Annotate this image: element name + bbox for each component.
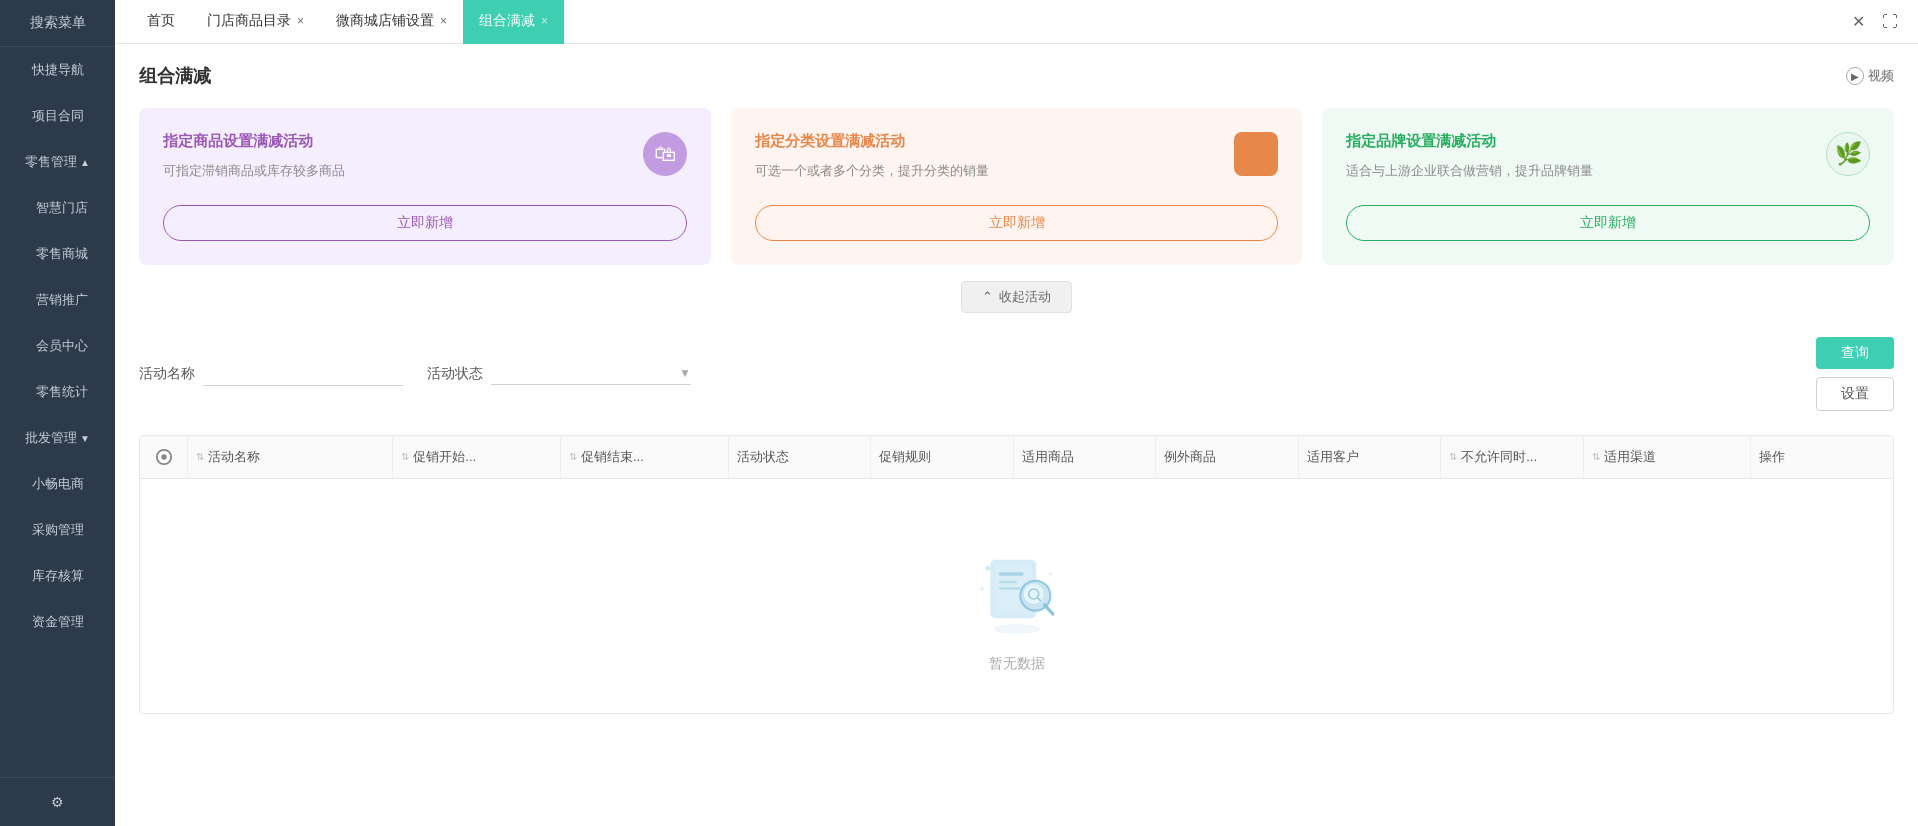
product-promotion-card: 🛍 指定商品设置满减活动 可指定滞销商品或库存较多商品 立即新增 (139, 108, 711, 265)
sort-icon[interactable]: ⇅ (1592, 451, 1600, 462)
tab-bar-controls: ✕ ⛶ (1846, 10, 1902, 34)
sidebar-search[interactable]: 搜索菜单 (0, 0, 115, 47)
filter-status-select[interactable]: ▼ (491, 362, 691, 385)
category-card-title: 指定分类设置满减活动 (755, 132, 1279, 151)
promotion-cards: 🛍 指定商品设置满减活动 可指定滞销商品或库存较多商品 立即新增 指定分类设置满… (139, 108, 1894, 265)
brand-card-desc: 适合与上游企业联合做营销，提升品牌销量 (1346, 161, 1870, 181)
tab-wechat-store-settings-close[interactable]: × (440, 14, 447, 28)
data-table: ⇅ 活动名称 ⇅ 促销开始... ⇅ 促销结束... 活动状态 促销规则 (139, 435, 1894, 714)
category-card-add-button[interactable]: 立即新增 (755, 205, 1279, 241)
close-window-button[interactable]: ✕ (1846, 10, 1870, 34)
product-card-icon: 🛍 (643, 132, 687, 176)
collapse-activities-button[interactable]: ⌃ 收起活动 (961, 281, 1072, 313)
main-content: 首页 门店商品目录 × 微商城店铺设置 × 组合满减 × ✕ ⛶ 组合满减 (115, 0, 1918, 826)
sidebar-settings-button[interactable]: ⚙ (0, 777, 115, 826)
svg-point-4 (993, 624, 1040, 634)
category-card-icon (1234, 132, 1278, 176)
svg-line-12 (1044, 604, 1052, 613)
product-card-add-button[interactable]: 立即新增 (163, 205, 687, 241)
chevron-up-icon: ⌃ (982, 289, 993, 304)
play-circle-icon: ▶ (1846, 67, 1864, 85)
category-card-desc: 可选一个或者多个分类，提升分类的销量 (755, 161, 1279, 181)
th-ops: 操作 (1751, 436, 1893, 478)
video-link[interactable]: ▶ 视频 (1846, 67, 1894, 85)
settings-button[interactable]: 设置 (1816, 377, 1894, 411)
sidebar-item-marketing[interactable]: 营销推广 (0, 277, 115, 323)
th-settings[interactable] (140, 436, 188, 478)
sort-icon[interactable]: ⇅ (569, 451, 577, 462)
svg-rect-0 (1244, 142, 1254, 152)
tab-combo-discount-close[interactable]: × (541, 14, 548, 28)
brand-promotion-card: 🌿 指定品牌设置满减活动 适合与上游企业联合做营销，提升品牌销量 立即新增 (1322, 108, 1894, 265)
svg-rect-7 (998, 572, 1023, 575)
svg-rect-3 (1258, 156, 1268, 166)
filter-name-input[interactable] (203, 361, 403, 386)
sidebar-item-wholesale-management[interactable]: 批发管理 ▼ (0, 415, 115, 461)
chevron-down-icon: ▼ (80, 433, 90, 444)
filter-actions: 查询 设置 (1816, 337, 1894, 411)
page-content: 组合满减 ▶ 视频 🛍 指定商品设置满减活动 可指定滞销商品或库存较多商品 立即… (115, 44, 1918, 826)
sidebar-item-procurement[interactable]: 采购管理 (0, 507, 115, 553)
svg-rect-1 (1258, 142, 1268, 152)
svg-rect-8 (998, 580, 1016, 583)
product-card-title: 指定商品设置满减活动 (163, 132, 687, 151)
page-header: 组合满减 ▶ 视频 (139, 64, 1894, 88)
sidebar-item-retail-management[interactable]: 零售管理 ▲ (0, 139, 115, 185)
filter-name-label: 活动名称 (139, 365, 195, 383)
filter-row: 活动名称 活动状态 ▼ 查询 设置 (139, 329, 1894, 419)
brand-card-title: 指定品牌设置满减活动 (1346, 132, 1870, 151)
svg-point-15 (985, 565, 990, 570)
gear-icon: ⚙ (51, 794, 64, 810)
sidebar: 搜索菜单 快捷导航 项目合同 零售管理 ▲ 智慧门店 零售商城 营销推广 会员中… (0, 0, 115, 826)
sidebar-item-project-contract[interactable]: 项目合同 (0, 93, 115, 139)
product-card-desc: 可指定滞销商品或库存较多商品 (163, 161, 687, 181)
svg-rect-9 (998, 587, 1020, 590)
th-channel: ⇅ 适用渠道 (1584, 436, 1752, 478)
th-except: 例外商品 (1156, 436, 1299, 478)
tab-combo-discount[interactable]: 组合满减 × (463, 0, 564, 44)
maximize-window-button[interactable]: ⛶ (1878, 10, 1902, 34)
th-end: ⇅ 促销结束... (561, 436, 729, 478)
th-status: 活动状态 (729, 436, 872, 478)
filter-status-label: 活动状态 (427, 365, 483, 383)
svg-rect-2 (1244, 156, 1254, 166)
empty-state: 暂无数据 (140, 479, 1893, 713)
th-start: ⇅ 促销开始... (393, 436, 561, 478)
sidebar-item-smart-store[interactable]: 智慧门店 (0, 185, 115, 231)
th-rule: 促销规则 (871, 436, 1014, 478)
tab-home[interactable]: 首页 (131, 0, 191, 44)
th-nosame: ⇅ 不允许同时... (1441, 436, 1584, 478)
sidebar-item-quick-nav[interactable]: 快捷导航 (0, 47, 115, 93)
chevron-down-icon: ▼ (679, 366, 691, 380)
sort-icon[interactable]: ⇅ (1449, 451, 1457, 462)
collapse-bar: ⌃ 收起活动 (139, 281, 1894, 313)
tab-wechat-store-settings[interactable]: 微商城店铺设置 × (320, 0, 463, 44)
empty-state-text: 暂无数据 (989, 655, 1045, 673)
filter-status-item: 活动状态 ▼ (427, 362, 691, 385)
sidebar-item-finance[interactable]: 资金管理 (0, 599, 115, 645)
query-button[interactable]: 查询 (1816, 337, 1894, 369)
th-goods: 适用商品 (1014, 436, 1157, 478)
page-title: 组合满减 (139, 64, 211, 88)
category-promotion-card: 指定分类设置满减活动 可选一个或者多个分类，提升分类的销量 立即新增 (731, 108, 1303, 265)
sidebar-item-retail-mall[interactable]: 零售商城 (0, 231, 115, 277)
svg-point-17 (980, 587, 983, 590)
th-name: ⇅ 活动名称 (188, 436, 393, 478)
tab-bar: 首页 门店商品目录 × 微商城店铺设置 × 组合满减 × ✕ ⛶ (115, 0, 1918, 44)
sidebar-item-member-center[interactable]: 会员中心 (0, 323, 115, 369)
sidebar-item-retail-stats[interactable]: 零售统计 (0, 369, 115, 415)
chevron-up-icon: ▲ (80, 157, 90, 168)
tab-store-catalog-close[interactable]: × (297, 14, 304, 28)
filter-name-item: 活动名称 (139, 361, 403, 386)
tab-store-catalog[interactable]: 门店商品目录 × (191, 0, 320, 44)
th-customer: 适用客户 (1299, 436, 1442, 478)
brand-card-icon: 🌿 (1826, 132, 1870, 176)
table-header: ⇅ 活动名称 ⇅ 促销开始... ⇅ 促销结束... 活动状态 促销规则 (140, 436, 1893, 479)
sidebar-item-inventory[interactable]: 库存核算 (0, 553, 115, 599)
sidebar-item-xiaochangec[interactable]: 小畅电商 (0, 461, 115, 507)
sort-icon[interactable]: ⇅ (196, 451, 204, 462)
sort-icon[interactable]: ⇅ (401, 451, 409, 462)
brand-card-add-button[interactable]: 立即新增 (1346, 205, 1870, 241)
svg-point-16 (1048, 572, 1051, 575)
